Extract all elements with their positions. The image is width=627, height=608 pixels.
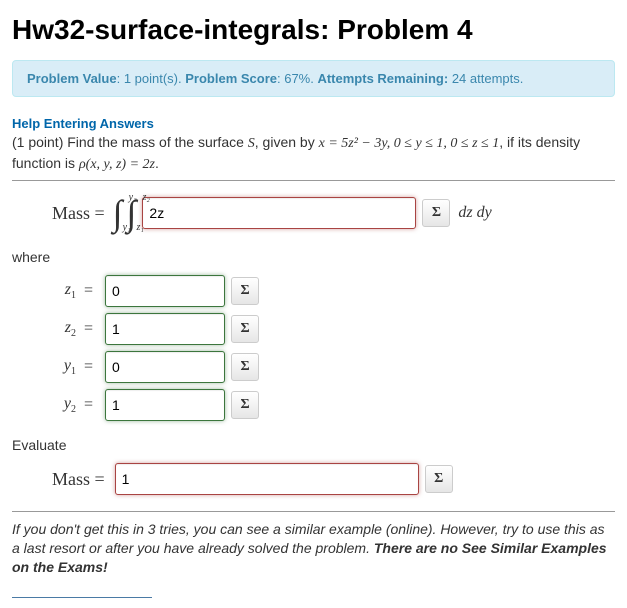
surface-equation: x = 5z² − 3y, 0 ≤ y ≤ 1, 0 ≤ z ≤ 1	[319, 136, 500, 151]
preview-button-y1[interactable]: Σ	[231, 353, 259, 381]
z2-var: z2	[52, 319, 76, 339]
page-title: Hw32-surface-integrals: Problem 4	[12, 14, 615, 46]
y1-input[interactable]	[105, 351, 225, 383]
z1-var: z1	[52, 281, 76, 301]
preview-button-z1[interactable]: Σ	[231, 277, 259, 305]
bounds-block: z1 = Σ z2 = Σ y1 = Σ y2 = Σ	[52, 275, 615, 421]
eq: =	[84, 396, 93, 414]
preview-button-y2[interactable]: Σ	[231, 391, 259, 419]
z1-row: z1 = Σ	[52, 275, 615, 307]
attempts-text: 24 attempts.	[448, 71, 523, 86]
value-text: : 1 point(s).	[117, 71, 186, 86]
mass-eval-input[interactable]	[115, 463, 419, 495]
integrand-input[interactable]	[142, 197, 416, 229]
mass-label: Mass =	[52, 203, 105, 224]
differentials: dz dy	[458, 204, 491, 222]
score-label: Problem Score	[185, 71, 277, 86]
prompt-text: (1 point) Find the mass of the surface	[12, 134, 248, 150]
y1-var: y1	[52, 357, 76, 377]
mass-integral-row: Mass = ∫ y₂ y₁ ∫ z₂ z₁ Σ dz dy	[52, 195, 615, 231]
y2-input[interactable]	[105, 389, 225, 421]
surface-var: S	[248, 136, 255, 151]
eq: =	[84, 282, 93, 300]
where-label: where	[12, 249, 615, 265]
hint-note: If you don't get this in 3 tries, you ca…	[12, 511, 615, 577]
z2-row: z2 = Σ	[52, 313, 615, 345]
problem-info-box: Problem Value: 1 point(s). Problem Score…	[12, 60, 615, 97]
inner-upper: z₂	[143, 193, 150, 203]
value-label: Problem Value	[27, 71, 117, 86]
help-entering-answers-link[interactable]: Help Entering Answers	[12, 116, 154, 131]
prompt-period: .	[155, 155, 159, 171]
preview-button-z2[interactable]: Σ	[231, 315, 259, 343]
outer-integral: ∫ y₂ y₁	[113, 195, 123, 231]
attempts-label: Attempts Remaining:	[317, 71, 448, 86]
eq: =	[84, 320, 93, 338]
z2-input[interactable]	[105, 313, 225, 345]
mass-eval-row: Mass = Σ	[52, 463, 615, 495]
evaluate-label: Evaluate	[12, 437, 615, 453]
density-fn: ρ(x, y, z) = 2z	[79, 157, 155, 172]
eq: =	[84, 358, 93, 376]
mass-eval-label: Mass =	[52, 469, 105, 490]
y2-var: y2	[52, 395, 76, 415]
bottom-divider	[12, 597, 152, 598]
z1-input[interactable]	[105, 275, 225, 307]
inner-integral: ∫ z₂ z₁	[127, 195, 137, 231]
score-text: : 67%.	[277, 71, 317, 86]
divider	[12, 180, 615, 181]
y2-row: y2 = Σ	[52, 389, 615, 421]
problem-prompt: (1 point) Find the mass of the surface S…	[12, 133, 615, 174]
prompt-given: , given by	[255, 134, 319, 150]
preview-button-integrand[interactable]: Σ	[422, 199, 450, 227]
y1-row: y1 = Σ	[52, 351, 615, 383]
preview-button-mass[interactable]: Σ	[425, 465, 453, 493]
inner-lower: z₁	[137, 223, 144, 233]
